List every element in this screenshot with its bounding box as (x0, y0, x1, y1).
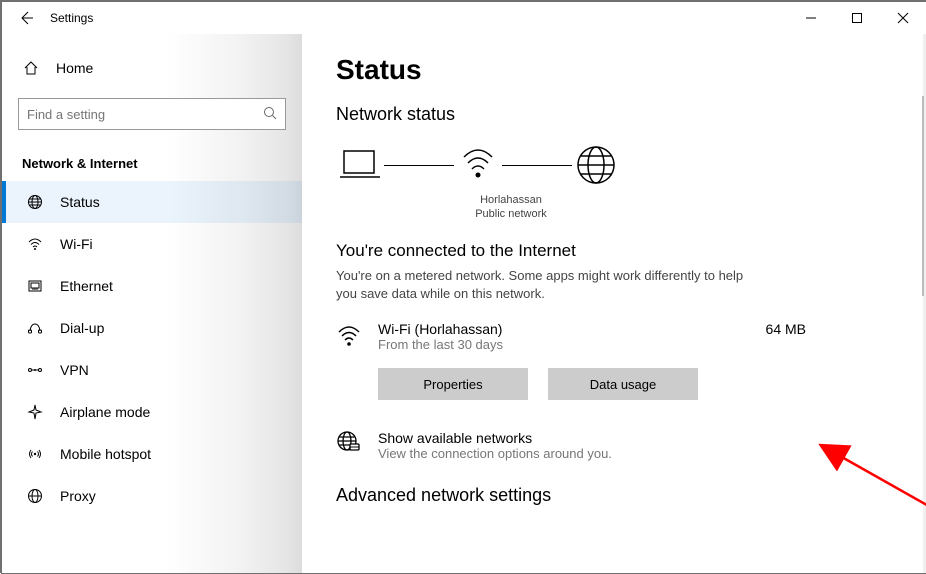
sidebar-item-label: Proxy (60, 488, 96, 504)
connection-usage: 64 MB (766, 321, 906, 337)
wifi-icon (26, 236, 44, 252)
section-header: Network & Internet (2, 130, 302, 175)
globe-icon (26, 194, 44, 210)
sidebar-item-label: Mobile hotspot (60, 446, 151, 462)
connector-line (502, 165, 572, 166)
status-subtitle: Network status (336, 104, 906, 125)
sidebar-item-proxy[interactable]: Proxy (2, 475, 302, 517)
available-title: Show available networks (378, 430, 612, 446)
sidebar-item-label: Status (60, 194, 100, 210)
title-bar: Settings (2, 2, 926, 34)
diagram-labels: Horlahassan Public network (456, 193, 566, 221)
search-input[interactable] (27, 107, 263, 122)
globe-icon (336, 430, 364, 459)
airplane-icon (26, 404, 44, 420)
network-diagram (336, 143, 906, 187)
proxy-icon (26, 488, 44, 504)
available-sub: View the connection options around you. (378, 446, 612, 461)
dialup-icon (26, 320, 44, 336)
sidebar-item-label: Ethernet (60, 278, 113, 294)
sidebar-item-hotspot[interactable]: Mobile hotspot (2, 433, 302, 475)
page-title: Status (336, 54, 906, 86)
ssid-label: Horlahassan (456, 193, 566, 207)
net-type-label: Public network (456, 207, 566, 221)
home-button[interactable]: Home (2, 48, 302, 88)
properties-button[interactable]: Properties (378, 368, 528, 400)
content-pane: Status Network status Horlahassan Public… (302, 34, 926, 573)
sidebar: Home Network & Internet Status Wi-Fi E (2, 34, 302, 573)
home-label: Home (56, 60, 93, 76)
sidebar-item-status[interactable]: Status (2, 181, 302, 223)
home-icon (22, 60, 40, 76)
vpn-icon (26, 362, 44, 378)
search-icon (263, 106, 277, 123)
advanced-settings-heading: Advanced network settings (336, 485, 906, 506)
connection-period: From the last 30 days (378, 337, 752, 352)
sidebar-item-vpn[interactable]: VPN (2, 349, 302, 391)
metered-text: You're on a metered network. Some apps m… (336, 267, 756, 303)
window-title: Settings (50, 11, 93, 25)
globe-large-icon (572, 143, 620, 187)
connected-heading: You're connected to the Internet (336, 241, 906, 261)
close-button[interactable] (880, 2, 926, 34)
sidebar-item-label: VPN (60, 362, 89, 378)
wifi-icon (336, 321, 364, 354)
sidebar-item-wifi[interactable]: Wi-Fi (2, 223, 302, 265)
show-available-networks[interactable]: Show available networks View the connect… (336, 430, 906, 461)
connection-name: Wi-Fi (Horlahassan) (378, 321, 752, 337)
hotspot-icon (26, 446, 44, 462)
maximize-button[interactable] (834, 2, 880, 34)
back-button[interactable] (2, 2, 50, 34)
sidebar-item-label: Wi-Fi (60, 236, 93, 252)
wifi-router-icon (454, 147, 502, 183)
laptop-icon (336, 147, 384, 183)
sidebar-item-dialup[interactable]: Dial-up (2, 307, 302, 349)
connector-line (384, 165, 454, 166)
sidebar-item-ethernet[interactable]: Ethernet (2, 265, 302, 307)
sidebar-item-label: Airplane mode (60, 404, 150, 420)
scrollbar-thumb[interactable] (922, 96, 924, 296)
data-usage-button[interactable]: Data usage (548, 368, 698, 400)
ethernet-icon (26, 278, 44, 294)
window-controls (788, 2, 926, 34)
sidebar-item-label: Dial-up (60, 320, 104, 336)
connection-row: Wi-Fi (Horlahassan) From the last 30 day… (336, 321, 906, 354)
minimize-button[interactable] (788, 2, 834, 34)
sidebar-item-airplane[interactable]: Airplane mode (2, 391, 302, 433)
search-box[interactable] (18, 98, 286, 130)
